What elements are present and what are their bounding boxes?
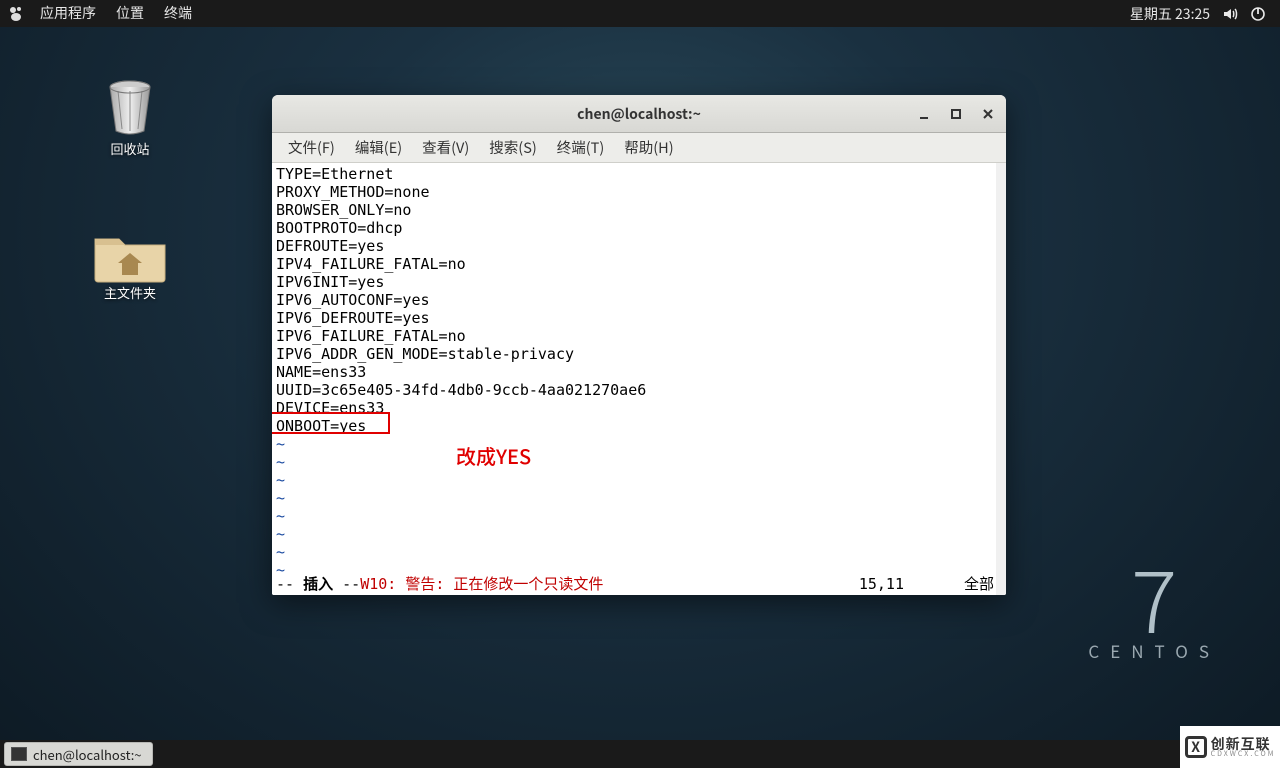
menu-terminal[interactable]: 终端(T) (547, 135, 615, 160)
config-line: IPV6_AUTOCONF=yes (276, 291, 1002, 309)
vim-empty-line: ~ (276, 453, 1002, 471)
menu-file[interactable]: 文件(F) (278, 135, 345, 160)
terminal-icon (11, 747, 27, 761)
volume-icon[interactable] (1216, 0, 1244, 27)
gnome-top-bar: 应用程序 位置 终端 星期五 23:25 (0, 0, 1280, 27)
vim-empty-line: ~ (276, 435, 1002, 453)
onboot-highlight-box (272, 412, 390, 434)
clock[interactable]: 星期五 23:25 (1124, 0, 1216, 27)
terminal-scrollbar[interactable] (996, 163, 1006, 595)
trash-icon (98, 75, 162, 139)
config-line: NAME=ens33 (276, 363, 1002, 381)
folder-home-icon (91, 225, 169, 283)
vim-empty-line: ~ (276, 471, 1002, 489)
desktop-home-label: 主文件夹 (80, 283, 180, 302)
window-maximize-button[interactable] (942, 102, 970, 126)
menu-help[interactable]: 帮助(H) (614, 135, 683, 160)
window-title: chen@localhost:~ (272, 104, 1006, 124)
watermark-logo: X 创新互联 CDXWCX.COM (1180, 726, 1280, 768)
terminal-window: chen@localhost:~ 文件(F) 编辑(E) 查看(V) 搜索(S)… (272, 95, 1006, 595)
menu-edit[interactable]: 编辑(E) (345, 135, 412, 160)
menu-view[interactable]: 查看(V) (412, 135, 479, 160)
config-line: IPV6_ADDR_GEN_MODE=stable-privacy (276, 345, 1002, 363)
centos-name: CENTOS (1088, 638, 1220, 663)
vim-mode: -- 插入 -- (276, 575, 360, 593)
desktop-trash-label: 回收站 (80, 139, 180, 158)
taskbar-item-label: chen@localhost:~ (33, 745, 142, 764)
watermark-icon: X (1185, 736, 1207, 758)
window-titlebar[interactable]: chen@localhost:~ (272, 95, 1006, 133)
vim-scroll-pct: 全部 (964, 575, 994, 593)
desktop-trash[interactable]: 回收站 (80, 75, 180, 158)
config-line: PROXY_METHOD=none (276, 183, 1002, 201)
config-line: IPV6INIT=yes (276, 273, 1002, 291)
config-line: IPV6_FAILURE_FATAL=no (276, 327, 1002, 345)
terminal-menubar: 文件(F) 编辑(E) 查看(V) 搜索(S) 终端(T) 帮助(H) (272, 133, 1006, 163)
gnome-foot-icon (8, 6, 24, 22)
config-line: IPV6_DEFROUTE=yes (276, 309, 1002, 327)
menu-applications[interactable]: 应用程序 (30, 0, 106, 27)
config-line: DEFROUTE=yes (276, 237, 1002, 255)
vim-warning: W10: 警告: 正在修改一个只读文件 (360, 575, 603, 593)
taskbar-item-terminal[interactable]: chen@localhost:~ (4, 742, 153, 766)
desktop: 应用程序 位置 终端 星期五 23:25 (0, 0, 1280, 768)
terminal-body[interactable]: TYPE=EthernetPROXY_METHOD=noneBROWSER_ON… (272, 163, 1006, 595)
centos-version: 7 (1088, 557, 1220, 634)
window-close-button[interactable] (974, 102, 1002, 126)
config-line: TYPE=Ethernet (276, 165, 1002, 183)
menu-search[interactable]: 搜索(S) (479, 135, 546, 160)
vim-empty-line: ~ (276, 543, 1002, 561)
menu-places[interactable]: 位置 (106, 0, 154, 27)
vim-status-line: -- 插入 -- W10: 警告: 正在修改一个只读文件 15,11 全部 (276, 575, 994, 593)
config-line: BROWSER_ONLY=no (276, 201, 1002, 219)
vim-empty-line: ~ (276, 489, 1002, 507)
gnome-bottom-bar: chen@localhost:~ (0, 740, 1280, 768)
config-line: UUID=3c65e405-34fd-4db0-9ccb-4aa021270ae… (276, 381, 1002, 399)
centos-brand: 7 CENTOS (1088, 557, 1220, 663)
vim-cursor-pos: 15,11 (859, 575, 904, 593)
config-line: BOOTPROTO=dhcp (276, 219, 1002, 237)
vim-empty-line: ~ (276, 507, 1002, 525)
config-line: IPV4_FAILURE_FATAL=no (276, 255, 1002, 273)
watermark-text-small: CDXWCX.COM (1211, 751, 1276, 758)
window-minimize-button[interactable] (910, 102, 938, 126)
vim-empty-line: ~ (276, 525, 1002, 543)
power-icon[interactable] (1244, 0, 1272, 27)
menu-terminal[interactable]: 终端 (154, 0, 202, 27)
desktop-home-folder[interactable]: 主文件夹 (80, 225, 180, 302)
annotation-change-to-yes: 改成YES (456, 447, 531, 465)
